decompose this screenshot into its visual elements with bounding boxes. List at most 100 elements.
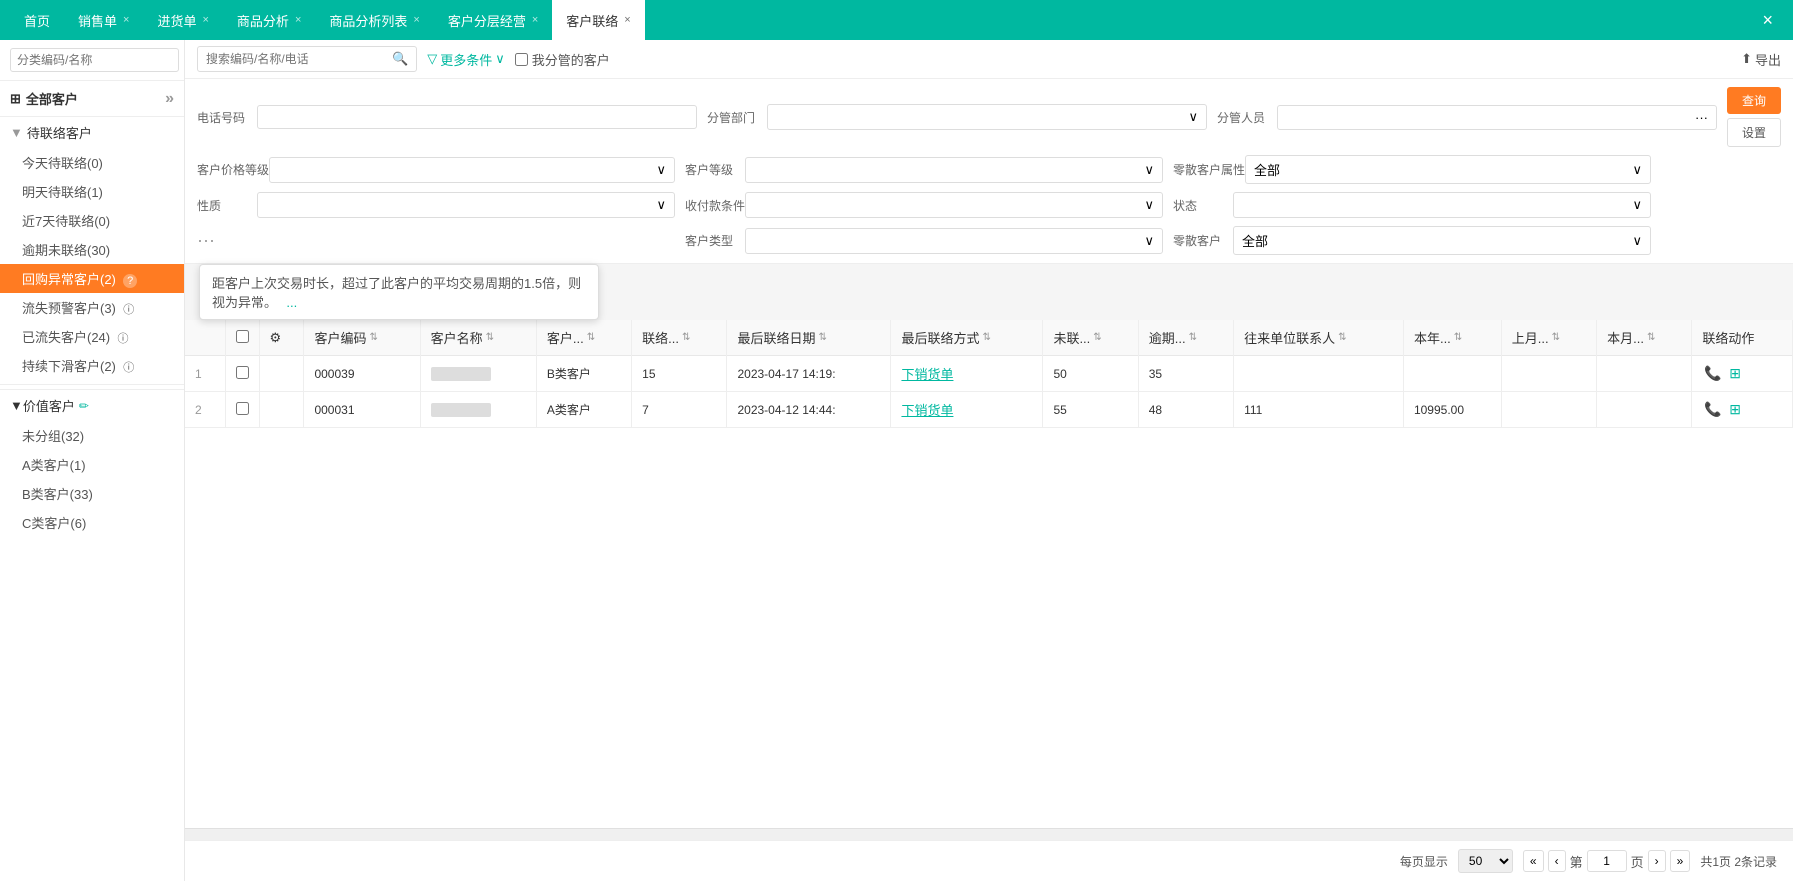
price-grade-field: 客户价格等级 ∨ bbox=[197, 157, 675, 183]
action-phone-icon[interactable]: 📞 bbox=[1704, 365, 1721, 381]
action-phone-icon[interactable]: 📞 bbox=[1704, 401, 1721, 417]
cell-checkbox[interactable] bbox=[225, 356, 259, 392]
filter-row-1: 电话号码 分管部门 ∨ 分管人员 ··· bbox=[197, 87, 1781, 147]
cell-checkbox[interactable] bbox=[225, 392, 259, 428]
th-contact[interactable]: 联络...⇅ bbox=[632, 320, 727, 356]
th-last-contact-method[interactable]: 最后联络方式⇅ bbox=[891, 320, 1043, 356]
price-grade-select[interactable]: ∨ bbox=[269, 157, 675, 183]
sidebar-overdue[interactable]: 逾期未联络(30) bbox=[0, 235, 184, 264]
sidebar-repurchase-abnormal[interactable]: 回购异常客户(2) ? bbox=[0, 264, 184, 293]
horizontal-scrollbar[interactable] bbox=[185, 828, 1793, 840]
gear-settings-icon[interactable]: ⚙ bbox=[270, 330, 282, 345]
select-all-checkbox[interactable] bbox=[236, 330, 249, 343]
my-customers-checkbox[interactable] bbox=[515, 53, 528, 66]
search-toolbar-icon[interactable]: 🔍 bbox=[392, 51, 408, 67]
th-name[interactable]: 客户名称⇅ bbox=[420, 320, 536, 356]
th-company-contact[interactable]: 往来单位联系人⇅ bbox=[1234, 320, 1404, 356]
sidebar-a-class[interactable]: A类客户(1) bbox=[0, 450, 184, 479]
query-btn[interactable]: 查询 bbox=[1727, 87, 1781, 114]
per-page-select[interactable]: 50 100 200 bbox=[1458, 849, 1513, 873]
th-overdue[interactable]: 逾期...⇅ bbox=[1138, 320, 1233, 356]
action-menu-icon[interactable]: ⊞ bbox=[1729, 365, 1741, 381]
row-checkbox[interactable] bbox=[236, 402, 249, 415]
cell-last-date: 2023-04-12 14:44: bbox=[727, 392, 891, 428]
sort-tm-icon: ⇅ bbox=[1647, 332, 1655, 343]
sort-name-icon: ⇅ bbox=[486, 332, 494, 343]
sidebar-lost-customers[interactable]: 已流失客户(24) ⓘ bbox=[0, 322, 184, 351]
cell-last-method[interactable]: 下销货单 bbox=[891, 356, 1043, 392]
more-dots-btn[interactable]: ··· bbox=[197, 230, 215, 251]
method-link[interactable]: 下销货单 bbox=[901, 403, 953, 418]
dept-select[interactable]: ∨ bbox=[767, 104, 1207, 130]
th-checkbox[interactable] bbox=[225, 320, 259, 356]
close-analysis-tab[interactable]: × bbox=[295, 14, 301, 26]
sort-code-icon: ⇅ bbox=[369, 332, 377, 343]
customer-grade-select[interactable]: ∨ bbox=[745, 157, 1163, 183]
tooltip-dots[interactable]: ... bbox=[286, 295, 297, 310]
value-triangle-icon: ▼ bbox=[10, 398, 23, 413]
th-this-year[interactable]: 本年...⇅ bbox=[1403, 320, 1501, 356]
retail-customer-select[interactable]: 全部 ∨ bbox=[1233, 226, 1651, 255]
settings-btn[interactable]: 设置 bbox=[1727, 118, 1781, 147]
close-customer-tier-tab[interactable]: × bbox=[532, 14, 538, 26]
close-sales-tab[interactable]: × bbox=[123, 14, 129, 26]
nav-analysis-list[interactable]: 商品分析列表 × bbox=[315, 0, 433, 40]
th-last-contact-date[interactable]: 最后联络日期⇅ bbox=[727, 320, 891, 356]
nav-purchase[interactable]: 进货单 × bbox=[143, 0, 222, 40]
close-purchase-tab[interactable]: × bbox=[202, 14, 208, 26]
search-input[interactable] bbox=[206, 52, 386, 66]
close-all-btn[interactable]: × bbox=[1752, 10, 1783, 31]
nav-home[interactable]: 首页 bbox=[10, 0, 64, 40]
gender-select[interactable]: ∨ bbox=[257, 192, 675, 218]
edit-icon[interactable]: ✏ bbox=[79, 399, 89, 413]
sidebar-declining[interactable]: 持续下滑客户(2) ⓘ bbox=[0, 351, 184, 380]
nav-prev-btn[interactable]: ‹ bbox=[1548, 850, 1566, 872]
retail-attr-select[interactable]: 全部 ∨ bbox=[1245, 155, 1651, 184]
value-customers-section[interactable]: ▼ 价值客户 ✏ bbox=[0, 389, 184, 421]
my-customers-checkbox-label[interactable]: 我分管的客户 bbox=[515, 50, 610, 69]
export-btn[interactable]: ⬆ 导出 bbox=[1741, 50, 1781, 69]
status-select[interactable]: ∨ bbox=[1233, 192, 1651, 218]
sidebar-tomorrow-pending[interactable]: 明天待联络(1) bbox=[0, 177, 184, 206]
row-checkbox[interactable] bbox=[236, 366, 249, 379]
customer-type-select[interactable]: ∨ bbox=[745, 228, 1163, 254]
nav-customer-contact[interactable]: 客户联络 × bbox=[552, 0, 644, 40]
th-gear[interactable]: ⚙ bbox=[259, 320, 304, 356]
payment-select[interactable]: ∨ bbox=[745, 192, 1163, 218]
sidebar-today-pending[interactable]: 今天待联络(0) bbox=[0, 148, 184, 177]
sidebar-loss-warning[interactable]: 流失预警客户(3) ⓘ bbox=[0, 293, 184, 322]
sidebar-search-input[interactable] bbox=[10, 48, 179, 72]
nav-last-btn[interactable]: » bbox=[1670, 850, 1691, 872]
action-menu-icon[interactable]: ⊞ bbox=[1729, 401, 1741, 417]
nav-sales[interactable]: 销售单 × bbox=[64, 0, 143, 40]
chevron-down-icon: ∨ bbox=[495, 51, 505, 67]
sidebar-c-class[interactable]: C类客户(6) bbox=[0, 508, 184, 537]
page-number-input[interactable] bbox=[1587, 850, 1627, 872]
pending-contact-section[interactable]: ▼ 待联络客户 bbox=[0, 117, 184, 148]
cell-last-method[interactable]: 下销货单 bbox=[891, 392, 1043, 428]
th-type[interactable]: 客户...⇅ bbox=[536, 320, 631, 356]
cell-this-month bbox=[1597, 392, 1692, 428]
close-analysis-list-tab[interactable]: × bbox=[413, 14, 419, 26]
method-link[interactable]: 下销货单 bbox=[901, 367, 953, 382]
nav-first-btn[interactable]: « bbox=[1523, 850, 1544, 872]
sidebar-b-class[interactable]: B类客户(33) bbox=[0, 479, 184, 508]
nav-next-btn[interactable]: › bbox=[1648, 850, 1666, 872]
phone-input[interactable] bbox=[257, 105, 697, 129]
th-this-month[interactable]: 本月...⇅ bbox=[1597, 320, 1692, 356]
sidebar-7days-pending[interactable]: 近7天待联络(0) bbox=[0, 206, 184, 235]
th-not-contacted[interactable]: 未联...⇅ bbox=[1043, 320, 1138, 356]
th-last-month[interactable]: 上月...⇅ bbox=[1501, 320, 1596, 356]
close-customer-contact-tab[interactable]: × bbox=[624, 14, 630, 26]
sidebar-collapse-btn[interactable]: » bbox=[165, 90, 174, 108]
sort-contact-icon: ⇅ bbox=[682, 332, 690, 343]
more-conditions-btn[interactable]: ▽ 更多条件 ∨ bbox=[427, 50, 505, 69]
nav-customer-tier[interactable]: 客户分层经营 × bbox=[434, 0, 552, 40]
person-select[interactable]: ··· bbox=[1277, 105, 1717, 130]
more-dots-person: ··· bbox=[1695, 110, 1708, 125]
sidebar-ungrouped[interactable]: 未分组(32) bbox=[0, 421, 184, 450]
all-customers-header[interactable]: ⊞ 全部客户 » bbox=[0, 81, 184, 117]
chevron-down-retail2: ∨ bbox=[1632, 233, 1642, 249]
nav-analysis[interactable]: 商品分析 × bbox=[223, 0, 315, 40]
th-code[interactable]: 客户编码⇅ bbox=[304, 320, 420, 356]
